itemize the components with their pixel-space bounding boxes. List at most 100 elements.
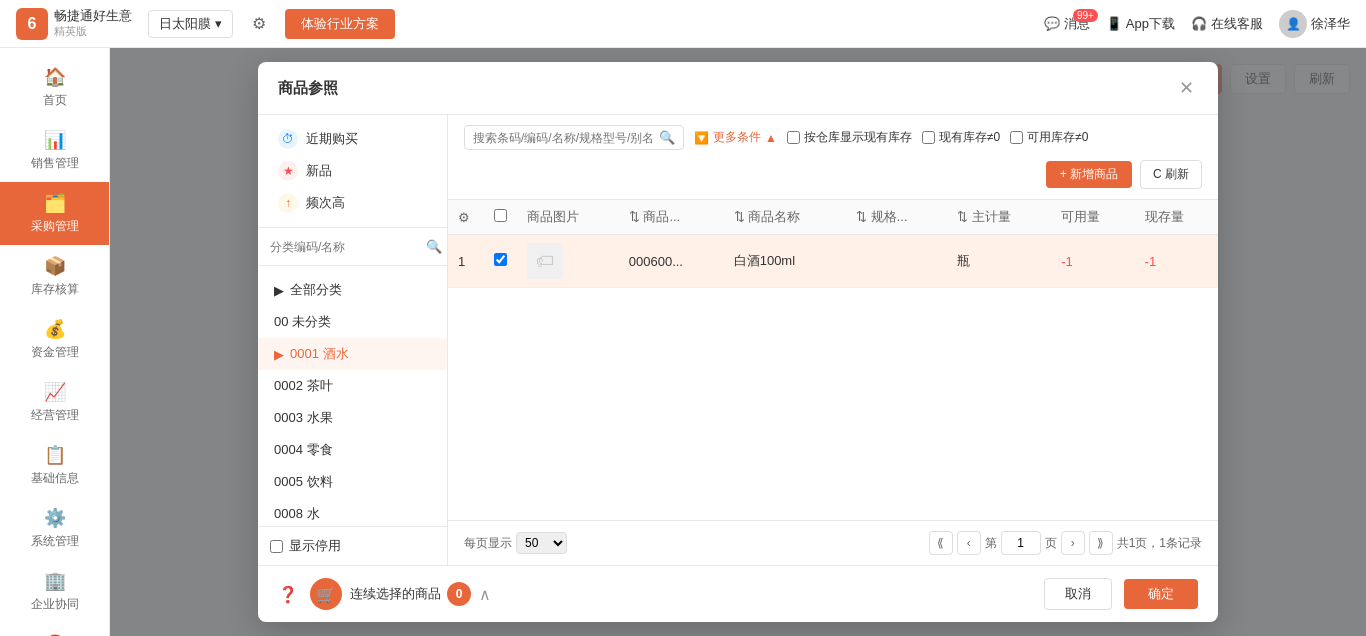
modal-footer: ❓ 🛒 连续选择的商品 0 ∧ 取消 确定 [258,565,1218,622]
content-area: 查询 设置 刷新 商品参照 ✕ ⏱ [110,48,1366,636]
usable-stock-label: 可用库存≠0 [1027,129,1088,146]
inventory-icon: 📦 [44,255,66,277]
table-row[interactable]: 1 🏷 000600... 白酒100ml [448,235,1218,288]
page-suffix: 页 [1045,535,1057,552]
sidebar-item-guide[interactable]: 🎯 新手引导 [0,623,109,636]
page-navigation: ⟪ ‹ 第 页 › ⟫ 共1页，1条记录 [929,531,1202,555]
category-item-active[interactable]: ▶ 0001 酒水 [258,338,447,370]
cell-name: 白酒100ml [724,235,846,288]
enterprise-icon: 🏢 [44,570,66,592]
category-item[interactable]: 0008 水 [258,498,447,526]
usable-stock-checkbox-label[interactable]: 可用库存≠0 [1010,129,1088,146]
sidebar-item-label: 基础信息 [31,470,79,487]
search-icon[interactable]: 🔍 [659,130,675,145]
category-label: 0005 饮料 [274,473,333,491]
refresh-product-button[interactable]: C 刷新 [1140,160,1202,189]
store-dropdown[interactable]: 日太阳膜 ▾ [148,10,233,38]
cart-icon[interactable]: 🛒 [310,578,342,610]
online-service-btn[interactable]: 🎧 在线客服 [1191,15,1263,33]
chevron-up-icon: ▲ [765,131,777,145]
last-page-button[interactable]: ⟫ [1089,531,1113,555]
warehouse-display-checkbox[interactable] [787,131,800,144]
sidebar-item-operation[interactable]: 📈 经营管理 [0,371,109,434]
show-disabled-label[interactable]: 显示停用 [289,537,341,555]
username: 徐泽华 [1311,15,1350,33]
sidebar-item-sales[interactable]: 📊 销售管理 [0,119,109,182]
usable-stock-checkbox[interactable] [1010,131,1023,144]
category-all[interactable]: ▶ 全部分类 [258,274,447,306]
select-all-checkbox[interactable] [494,209,507,222]
cell-code: 000600... [619,235,724,288]
sidebar-item-basic[interactable]: 📋 基础信息 [0,434,109,497]
first-page-button[interactable]: ⟪ [929,531,953,555]
logo: 6 畅捷通好生意 精英版 [16,8,136,40]
expand-arrow-icon: ▶ [274,283,284,298]
col-stock-label: 现存量 [1145,209,1184,224]
category-label: 0008 水 [274,505,320,523]
show-disabled-checkbox[interactable] [270,540,283,553]
sidebar-item-inventory[interactable]: 📦 库存核算 [0,245,109,308]
col-name[interactable]: ⇅ 商品名称 [724,200,846,235]
new-label: 新品 [306,162,332,180]
finance-icon: 💰 [44,318,66,340]
page-size-select[interactable]: 50 10 20 100 [516,532,567,554]
add-product-button[interactable]: + 新增商品 [1046,161,1132,188]
frequent-products[interactable]: ↑ 频次高 [270,187,435,219]
category-item[interactable]: 0005 饮料 [258,466,447,498]
col-spec[interactable]: ⇅ 规格... [846,200,947,235]
row-checkbox[interactable] [494,253,507,266]
next-page-button[interactable]: › [1061,531,1085,555]
available-stock-checkbox-label[interactable]: 现有库存≠0 [922,129,1000,146]
sidebar-item-enterprise[interactable]: 🏢 企业协同 [0,560,109,623]
col-code[interactable]: ⇅ 商品... [619,200,724,235]
product-search-input[interactable] [473,131,653,145]
app-download-label: App下载 [1126,15,1175,33]
filter-icon: 🔽 [694,131,709,145]
settings-icon[interactable]: ⚙ [245,10,273,38]
product-search-box: 🔍 [464,125,684,150]
cancel-button[interactable]: 取消 [1044,578,1112,610]
confirm-button[interactable]: 确定 [1124,579,1198,609]
new-products[interactable]: ★ 新品 [270,155,435,187]
modal-close-button[interactable]: ✕ [1174,76,1198,100]
messages-btn[interactable]: 💬 消息 99+ [1044,15,1090,33]
category-item[interactable]: 0004 零食 [258,434,447,466]
col-available: 可用量 [1051,200,1134,235]
product-panel: 🔍 🔽 更多条件 ▲ 按仓库显示现有库存 [448,115,1218,565]
product-table: ⚙ 商品图片 [448,200,1218,520]
category-item[interactable]: 0002 茶叶 [258,370,447,402]
collapse-footer-button[interactable]: ∧ [479,585,491,604]
col-unit[interactable]: ⇅ 主计量 [947,200,1051,235]
new-icon: ★ [278,161,298,181]
help-icon[interactable]: ❓ [278,585,298,604]
selected-products-info: 连续选择的商品 0 [350,582,471,606]
available-stock-checkbox[interactable] [922,131,935,144]
category-search-input[interactable] [270,240,420,254]
col-checkbox [484,200,517,235]
product-reference-modal: 商品参照 ✕ ⏱ 近期购买 ★ 新 [258,62,1218,622]
warehouse-display-checkbox-label[interactable]: 按仓库显示现有库存 [787,129,912,146]
recent-purchases[interactable]: ⏱ 近期购买 [270,123,435,155]
basic-icon: 📋 [44,444,66,466]
sidebar-item-finance[interactable]: 💰 资金管理 [0,308,109,371]
app-download-btn[interactable]: 📱 App下载 [1106,15,1175,33]
sidebar-item-label: 经营管理 [31,407,79,424]
category-item[interactable]: 00 未分类 [258,306,447,338]
gear-icon[interactable]: ⚙ [458,210,470,225]
user-menu[interactable]: 👤 徐泽华 [1279,10,1350,38]
more-filter-button[interactable]: 🔽 更多条件 ▲ [694,129,777,146]
category-item[interactable]: 0003 水果 [258,402,447,434]
warehouse-display-label: 按仓库显示现有库存 [804,129,912,146]
freq-label: 频次高 [306,194,345,212]
avatar: 👤 [1279,10,1307,38]
trial-btn[interactable]: 体验行业方案 [285,9,395,39]
page-number-input[interactable] [1001,531,1041,555]
prev-page-button[interactable]: ‹ [957,531,981,555]
sidebar-item-system[interactable]: ⚙️ 系统管理 [0,497,109,560]
search-icon[interactable]: 🔍 [426,239,442,254]
col-code-label: 商品... [643,209,680,224]
table-header-row: ⚙ 商品图片 [448,200,1218,235]
sidebar-item-home[interactable]: 🏠 首页 [0,56,109,119]
sort-icon: ⇅ [856,209,867,224]
sidebar-item-purchase[interactable]: 🗂️ 采购管理 [0,182,109,245]
